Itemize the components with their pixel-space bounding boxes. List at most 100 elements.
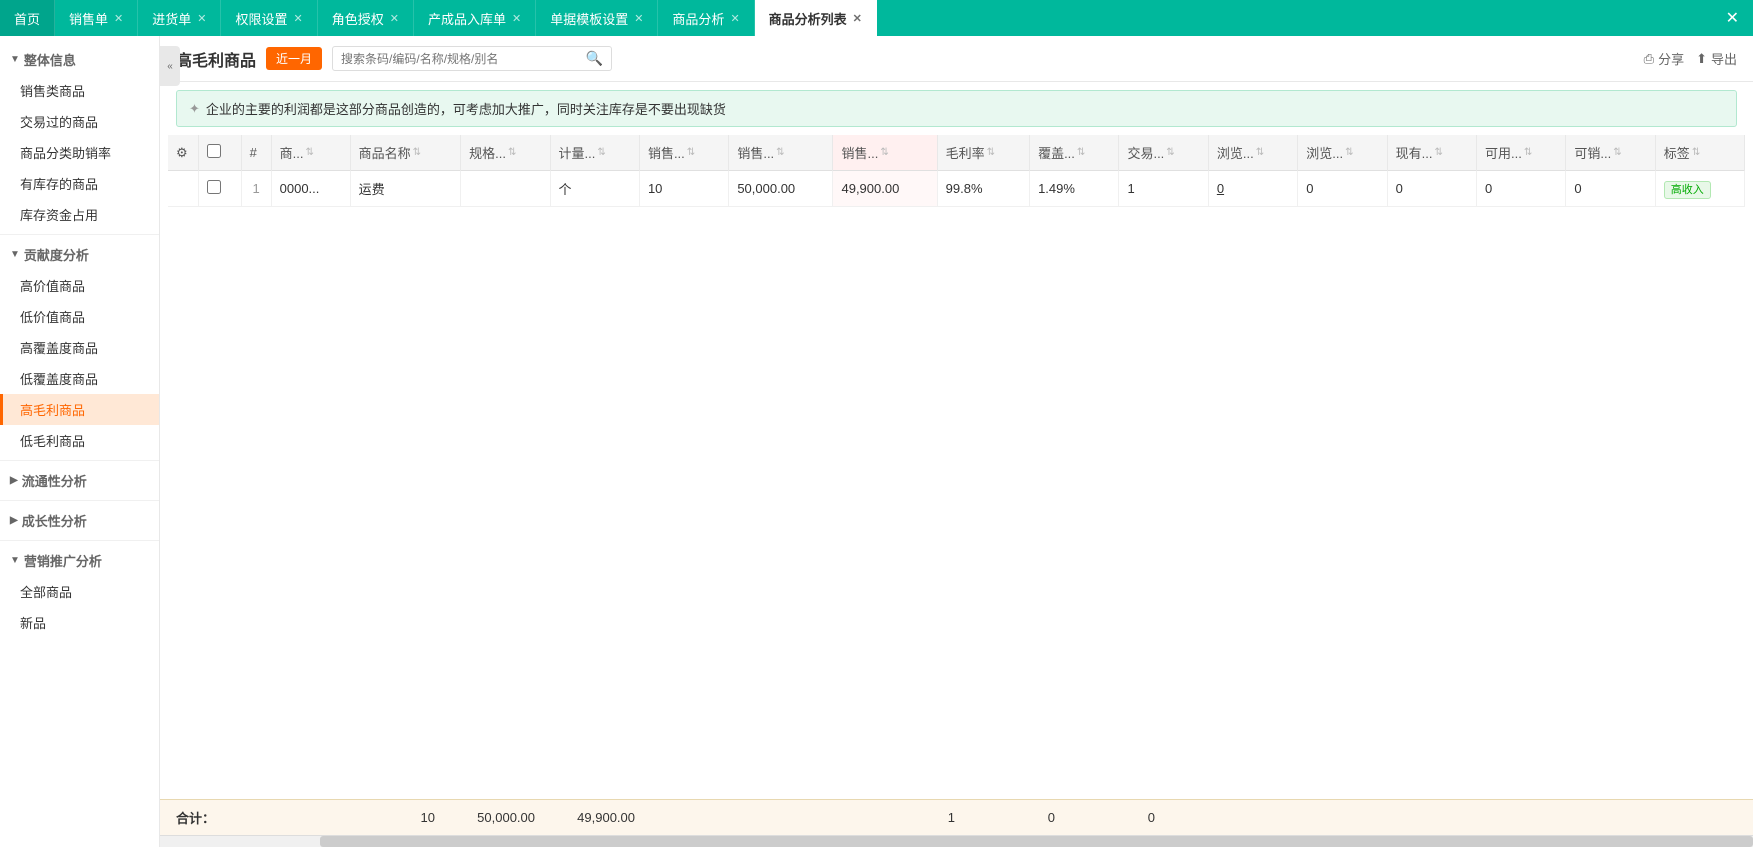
col-unit[interactable]: 计量...⇅ — [550, 135, 639, 171]
sidebar-item-high-coverage[interactable]: 高覆盖度商品 — [0, 332, 159, 363]
col-name[interactable]: 商品名称⇅ — [350, 135, 461, 171]
sort-icon: ⇅ — [1434, 147, 1442, 158]
row-transaction: 1 — [1119, 171, 1208, 207]
close-icon[interactable]: ✕ — [390, 12, 399, 25]
sidebar-item-low-value[interactable]: 低价值商品 — [0, 301, 159, 332]
tab-analysis[interactable]: 商品分析 ✕ — [658, 0, 754, 36]
sort-icon: ⇅ — [1692, 147, 1700, 158]
col-code[interactable]: 商...⇅ — [271, 135, 350, 171]
sidebar-item-all-goods[interactable]: 全部商品 — [0, 576, 159, 607]
chevron-right-icon: ▶ — [10, 515, 18, 526]
tab-permission[interactable]: 权限设置 ✕ — [221, 0, 317, 36]
row-name: 运费 — [350, 171, 461, 207]
sort-icon: ⇅ — [1524, 147, 1532, 158]
close-icon[interactable]: ✕ — [512, 12, 521, 25]
select-all-checkbox[interactable] — [207, 144, 221, 158]
tab-home[interactable]: 首页 — [0, 0, 55, 36]
content-area: « 高毛利商品 近一月 🔍 ⎙ 分享 ⬆ 导出 ✦ 企 — [160, 36, 1753, 847]
col-check[interactable] — [198, 135, 241, 171]
col-tag[interactable]: 标签⇅ — [1655, 135, 1744, 171]
col-sales-profit[interactable]: 销售...⇅ — [833, 135, 937, 171]
search-box: 🔍 — [332, 46, 612, 71]
close-icon[interactable]: ✕ — [634, 12, 643, 25]
close-icon[interactable]: ✕ — [114, 12, 123, 25]
row-spec — [461, 171, 550, 207]
row-sales-amount: 50,000.00 — [729, 171, 833, 207]
sidebar-item-new-goods[interactable]: 新品 — [0, 607, 159, 638]
sidebar-item-high-margin[interactable]: 高毛利商品 — [0, 394, 159, 425]
row-current-stock: 0 — [1387, 171, 1476, 207]
footer-current-stock: 0 — [975, 810, 1055, 825]
sort-icon: ⇅ — [413, 147, 421, 158]
search-icon[interactable]: 🔍 — [586, 50, 603, 67]
sort-icon: ⇅ — [508, 147, 516, 158]
sidebar: ▼ 整体信息 销售类商品 交易过的商品 商品分类助销率 有库存的商品 库存资金占… — [0, 36, 160, 847]
sidebar-item-category-rate[interactable]: 商品分类助销率 — [0, 137, 159, 168]
content-header: 高毛利商品 近一月 🔍 ⎙ 分享 ⬆ 导出 — [160, 36, 1753, 82]
sidebar-group-overall[interactable]: ▼ 整体信息 — [0, 44, 159, 75]
export-button[interactable]: ⬆ 导出 — [1696, 49, 1737, 68]
sidebar-toggle-button[interactable]: « — [160, 46, 180, 86]
row-browse1[interactable]: 0 — [1208, 171, 1297, 207]
footer-transaction: 1 — [655, 810, 955, 825]
col-current-stock[interactable]: 现有...⇅ — [1387, 135, 1476, 171]
close-icon[interactable]: ✕ — [853, 12, 862, 25]
col-sales-amount[interactable]: 销售...⇅ — [729, 135, 833, 171]
sidebar-item-low-margin[interactable]: 低毛利商品 — [0, 425, 159, 456]
col-gross-margin[interactable]: 毛利率⇅ — [937, 135, 1029, 171]
col-transaction[interactable]: 交易...⇅ — [1119, 135, 1208, 171]
sidebar-item-stock-capital[interactable]: 库存资金占用 — [0, 199, 159, 230]
tab-product-stock[interactable]: 产成品入库单 ✕ — [414, 0, 536, 36]
footer-label: 合计： — [176, 808, 215, 827]
page-title: 高毛利商品 — [176, 47, 256, 71]
sort-icon: ⇅ — [880, 147, 888, 158]
tab-template[interactable]: 单据模板设置 ✕ — [536, 0, 658, 36]
sidebar-item-sales-goods[interactable]: 销售类商品 — [0, 75, 159, 106]
top-nav: 首页 销售单 ✕ 进货单 ✕ 权限设置 ✕ 角色授权 ✕ 产成品入库单 ✕ 单据… — [0, 0, 1753, 36]
close-icon[interactable]: ✕ — [294, 12, 303, 25]
close-icon[interactable]: ✕ — [197, 12, 206, 25]
tab-role[interactable]: 角色授权 ✕ — [318, 0, 414, 36]
search-input[interactable] — [341, 52, 586, 66]
close-icon[interactable]: ✕ — [730, 12, 739, 25]
col-available[interactable]: 可用...⇅ — [1477, 135, 1566, 171]
col-saleable[interactable]: 可销...⇅ — [1566, 135, 1655, 171]
col-sales-qty[interactable]: 销售...⇅ — [639, 135, 728, 171]
window-close-button[interactable]: ✕ — [1712, 8, 1753, 28]
sidebar-group-marketing[interactable]: ▼ 营销推广分析 — [0, 545, 159, 576]
footer-available: 0 — [1075, 810, 1155, 825]
row-gross-margin: 99.8% — [937, 171, 1029, 207]
sidebar-item-low-coverage[interactable]: 低覆盖度商品 — [0, 363, 159, 394]
filter-recent-month-button[interactable]: 近一月 — [266, 47, 322, 70]
sort-icon: ⇅ — [687, 147, 695, 158]
tab-analysis-list[interactable]: 商品分析列表 ✕ — [755, 0, 877, 36]
col-num: # — [241, 135, 271, 171]
col-coverage[interactable]: 覆盖...⇅ — [1030, 135, 1119, 171]
sidebar-item-high-value[interactable]: 高价值商品 — [0, 270, 159, 301]
row-coverage: 1.49% — [1030, 171, 1119, 207]
row-browse2: 0 — [1298, 171, 1387, 207]
row-sales-profit: 49,900.00 — [833, 171, 937, 207]
row-check[interactable] — [198, 171, 241, 207]
scrollbar-thumb[interactable] — [320, 836, 1753, 847]
sidebar-group-contribution[interactable]: ▼ 贡献度分析 — [0, 239, 159, 270]
col-spec[interactable]: 规格...⇅ — [461, 135, 550, 171]
row-unit: 个 — [550, 171, 639, 207]
footer-sales-qty: 10 — [235, 810, 435, 825]
sidebar-group-circulation[interactable]: ▶ 流通性分析 — [0, 465, 159, 496]
horizontal-scrollbar[interactable] — [160, 835, 1753, 847]
sort-icon: ⇅ — [597, 147, 605, 158]
sidebar-group-growth[interactable]: ▶ 成长性分析 — [0, 505, 159, 536]
col-browse1[interactable]: 浏览...⇅ — [1208, 135, 1297, 171]
tab-sales[interactable]: 销售单 ✕ — [55, 0, 138, 36]
footer-bar: 合计： 10 50,000.00 49,900.00 1 0 0 — [160, 799, 1753, 835]
sidebar-item-stocked-goods[interactable]: 有库存的商品 — [0, 168, 159, 199]
row-code: 0000... — [271, 171, 350, 207]
tab-purchase[interactable]: 进货单 ✕ — [138, 0, 221, 36]
col-gear[interactable]: ⚙ — [168, 135, 198, 171]
col-browse2[interactable]: 浏览...⇅ — [1298, 135, 1387, 171]
sidebar-item-traded-goods[interactable]: 交易过的商品 — [0, 106, 159, 137]
share-button[interactable]: ⎙ 分享 — [1644, 49, 1684, 68]
info-icon: ✦ — [189, 101, 200, 117]
chevron-right-icon: ▶ — [10, 475, 18, 486]
